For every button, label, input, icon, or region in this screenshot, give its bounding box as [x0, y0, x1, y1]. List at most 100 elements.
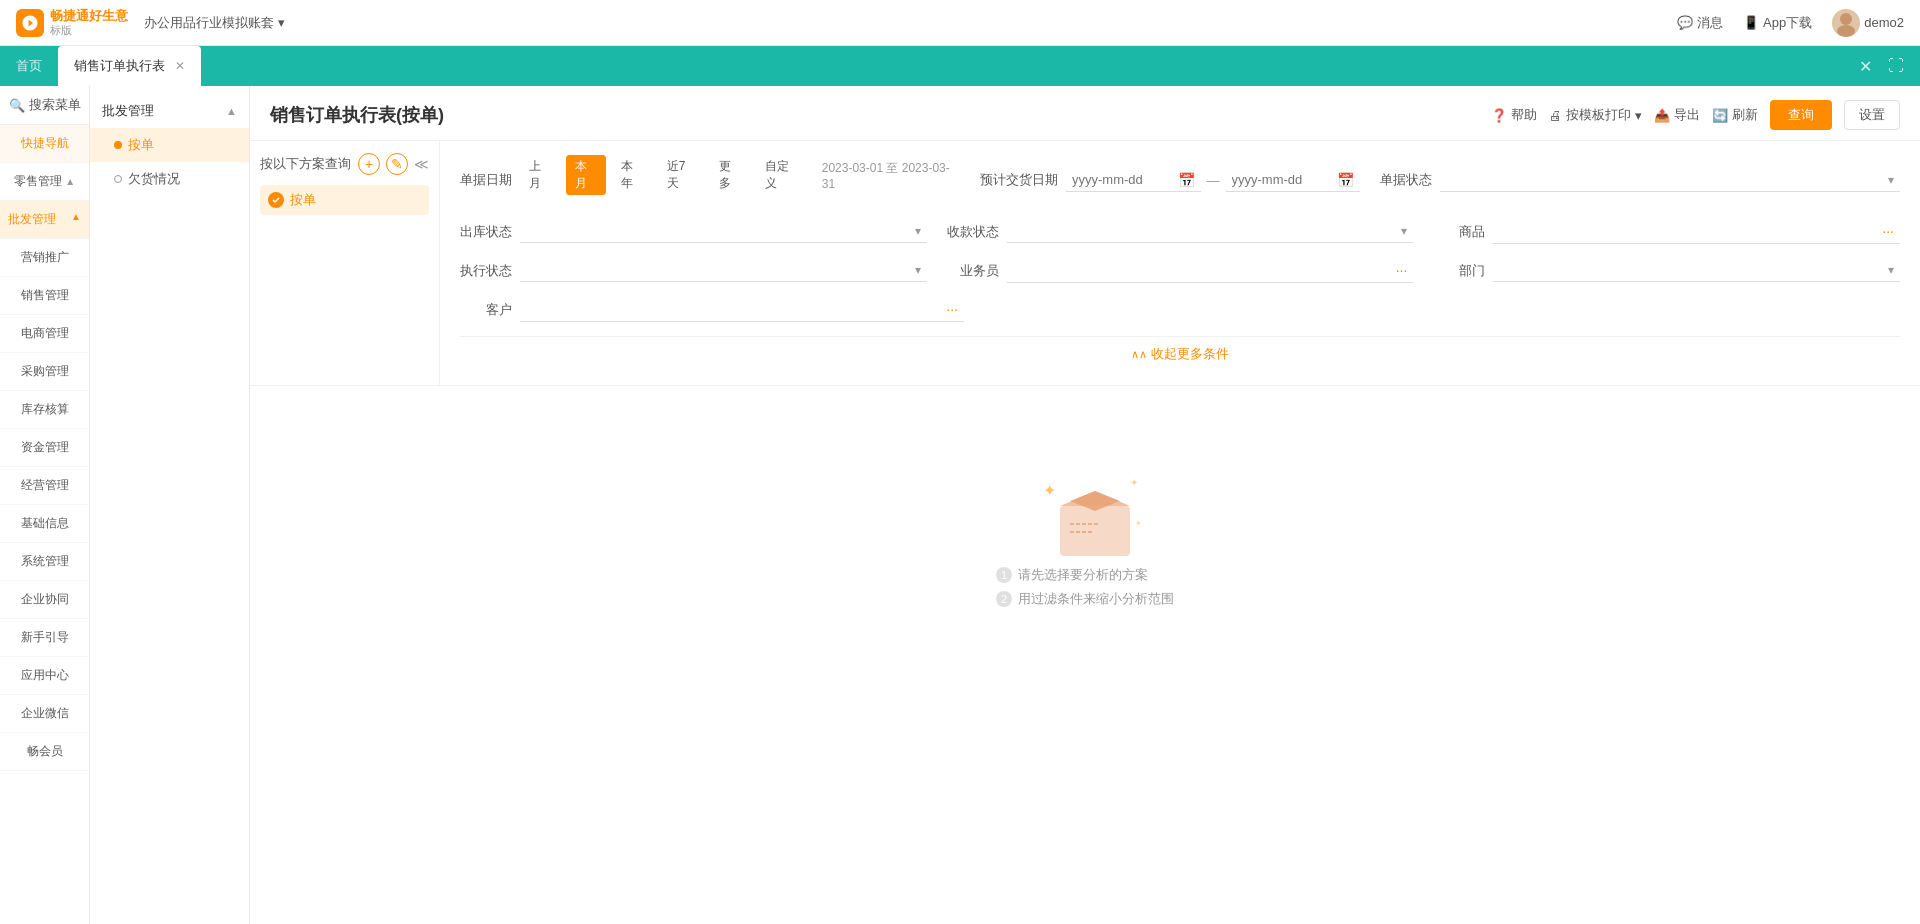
- export-label: 导出: [1674, 106, 1700, 124]
- sidebar-item-member-label: 畅会员: [27, 744, 63, 758]
- user-menu[interactable]: demo2: [1832, 9, 1904, 37]
- collapse-up-icon: ∧∧: [1131, 348, 1147, 361]
- date-tag-cur-year[interactable]: 本年: [612, 155, 652, 195]
- sidebar-item-finance[interactable]: 资金管理: [0, 429, 89, 467]
- recv-status-select[interactable]: ▾: [1007, 220, 1414, 243]
- sidebar-item-wechat[interactable]: 企业微信: [0, 695, 89, 733]
- help-icon: ❓: [1491, 108, 1507, 123]
- filter-left-header: 按以下方案查询 + ✎ ≪: [260, 153, 429, 175]
- sidebar-item-operations[interactable]: 经营管理: [0, 467, 89, 505]
- sidebar-item-purchase-label: 采购管理: [21, 364, 69, 378]
- sidebar-item-inventory[interactable]: 库存核算: [0, 391, 89, 429]
- collapse-bar[interactable]: ∧∧ 收起更多条件: [460, 336, 1900, 371]
- export-btn[interactable]: 📤 导出: [1654, 106, 1700, 124]
- sidebar-item-marketing[interactable]: 营销推广: [0, 239, 89, 277]
- goods-more-icon[interactable]: ···: [1882, 223, 1894, 239]
- sidebar-item-basics[interactable]: 基础信息: [0, 505, 89, 543]
- sidebar-item-system[interactable]: 系统管理: [0, 543, 89, 581]
- sidebar-item-wholesale[interactable]: 批发管理 ▲: [0, 201, 89, 239]
- sidebar-item-corp-label: 企业协同: [21, 592, 69, 606]
- sidebar-item-finance-label: 资金管理: [21, 440, 69, 454]
- message-icon: 💬: [1677, 15, 1693, 30]
- company-name: 办公用品行业模拟账套: [144, 14, 274, 32]
- print-chevron-icon: ▾: [1635, 108, 1642, 123]
- calendar-from-icon[interactable]: 📅: [1178, 172, 1195, 188]
- add-plan-btn[interactable]: +: [358, 153, 380, 175]
- query-button[interactable]: 查询: [1770, 100, 1832, 130]
- tab-minimize-icon[interactable]: ✕: [1855, 53, 1876, 80]
- expected-date-to-input[interactable]: [1232, 172, 1334, 187]
- filter-field-out-status: 出库状态 ▾: [460, 220, 927, 243]
- app-download-btn[interactable]: 📱 App下载: [1743, 14, 1812, 32]
- date-tag-last7[interactable]: 近7天: [658, 155, 704, 195]
- sub-item-debt-label: 欠货情况: [128, 170, 180, 188]
- salesman-more-icon[interactable]: ···: [1396, 262, 1408, 278]
- tab-bar-actions: ✕ ⛶: [1855, 53, 1920, 80]
- print-icon: 🖨: [1549, 108, 1562, 123]
- calendar-to-icon[interactable]: 📅: [1337, 172, 1354, 188]
- plan-item-order[interactable]: 按单: [260, 185, 429, 215]
- home-tab-label: 首页: [16, 57, 42, 75]
- brand-name: 畅捷通好生意: [50, 8, 128, 24]
- tab-home[interactable]: 首页: [0, 46, 58, 86]
- expected-date-label: 预计交货日期: [980, 171, 1058, 189]
- customer-more-icon[interactable]: ···: [946, 301, 958, 317]
- sidebar: 🔍 搜索菜单 快捷导航 零售管理 ▲ 批发管理 ▲ 营销推广 销售管理 电商管理…: [0, 86, 90, 924]
- sidebar-item-purchase[interactable]: 采购管理: [0, 353, 89, 391]
- tab-sales-order[interactable]: 销售订单执行表 ✕: [58, 46, 201, 86]
- sidebar-item-member[interactable]: 畅会员: [0, 733, 89, 771]
- sub-section-header[interactable]: 批发管理 ▲: [90, 94, 249, 128]
- print-btn[interactable]: 🖨 按模板打印 ▾: [1549, 106, 1642, 124]
- sidebar-item-ecommerce[interactable]: 电商管理: [0, 315, 89, 353]
- out-status-select[interactable]: ▾: [520, 220, 927, 243]
- avatar: [1832, 9, 1860, 37]
- sidebar-search[interactable]: 🔍 搜索菜单: [0, 86, 89, 125]
- page-header: 销售订单执行表(按单) ❓ 帮助 🖨 按模板打印 ▾ 📤 导出: [250, 86, 1920, 141]
- top-bar-right: 💬 消息 📱 App下载 demo2: [1677, 9, 1904, 37]
- sidebar-item-newbie[interactable]: 新手引导: [0, 619, 89, 657]
- help-label: 帮助: [1511, 106, 1537, 124]
- filter-field-status: 单据状态 ▾: [1380, 169, 1900, 192]
- sidebar-item-appstore[interactable]: 应用中心: [0, 657, 89, 695]
- page-actions: ❓ 帮助 🖨 按模板打印 ▾ 📤 导出 🔄 刷新: [1491, 100, 1900, 130]
- status-chevron-icon: ▾: [1888, 173, 1894, 187]
- help-btn[interactable]: ❓ 帮助: [1491, 106, 1537, 124]
- svg-rect-2: [1060, 506, 1130, 556]
- status-select[interactable]: ▾: [1440, 169, 1900, 192]
- sidebar-item-quick-nav[interactable]: 快捷导航: [0, 125, 89, 163]
- hint-num-1: 1: [996, 567, 1012, 583]
- empty-illustration: ✦ ✦ ✦: [1035, 466, 1135, 546]
- refresh-btn[interactable]: 🔄 刷新: [1712, 106, 1758, 124]
- filter-left-actions: + ✎ ≪: [358, 153, 429, 175]
- refresh-label: 刷新: [1732, 106, 1758, 124]
- tab-close-icon[interactable]: ✕: [175, 59, 185, 73]
- date-tag-custom[interactable]: 自定义: [756, 155, 807, 195]
- sidebar-item-retail[interactable]: 零售管理 ▲: [0, 163, 89, 201]
- expected-date-range: 📅 — 📅: [1066, 169, 1360, 192]
- edit-plan-btn[interactable]: ✎: [386, 153, 408, 175]
- sub-item-debt-dot: [114, 175, 122, 183]
- filter-row-4: 客户 ···: [460, 297, 964, 322]
- svg-point-1: [1837, 25, 1855, 37]
- sub-item-order[interactable]: 按单: [90, 128, 249, 162]
- sub-item-debt[interactable]: 欠货情况: [90, 162, 249, 196]
- date-tag-prev-month[interactable]: 上月: [520, 155, 560, 195]
- dept-chevron-icon: ▾: [1888, 263, 1894, 277]
- user-name: demo2: [1864, 15, 1904, 30]
- date-tag-bar: 上月 本月 本年 近7天 更多 自定义 2023-03-01 至 2023-03…: [520, 155, 960, 195]
- date-tag-cur-month[interactable]: 本月: [566, 155, 606, 195]
- date-tag-more[interactable]: 更多: [710, 155, 750, 195]
- exec-status-select[interactable]: ▾: [520, 259, 927, 282]
- plan-item-label: 按单: [290, 191, 316, 209]
- collapse-panel-btn[interactable]: ≪: [414, 156, 429, 172]
- app-label: App下载: [1763, 14, 1812, 32]
- settings-button[interactable]: 设置: [1844, 100, 1900, 130]
- tab-expand-icon[interactable]: ⛶: [1884, 53, 1908, 79]
- quick-nav-label: 快捷导航: [21, 136, 69, 150]
- sidebar-item-corp[interactable]: 企业协同: [0, 581, 89, 619]
- sidebar-item-sales[interactable]: 销售管理: [0, 277, 89, 315]
- dept-select[interactable]: ▾: [1493, 259, 1900, 282]
- expected-date-from-input[interactable]: [1072, 172, 1174, 187]
- message-btn[interactable]: 💬 消息: [1677, 14, 1723, 32]
- company-selector[interactable]: 办公用品行业模拟账套 ▾: [136, 10, 293, 36]
